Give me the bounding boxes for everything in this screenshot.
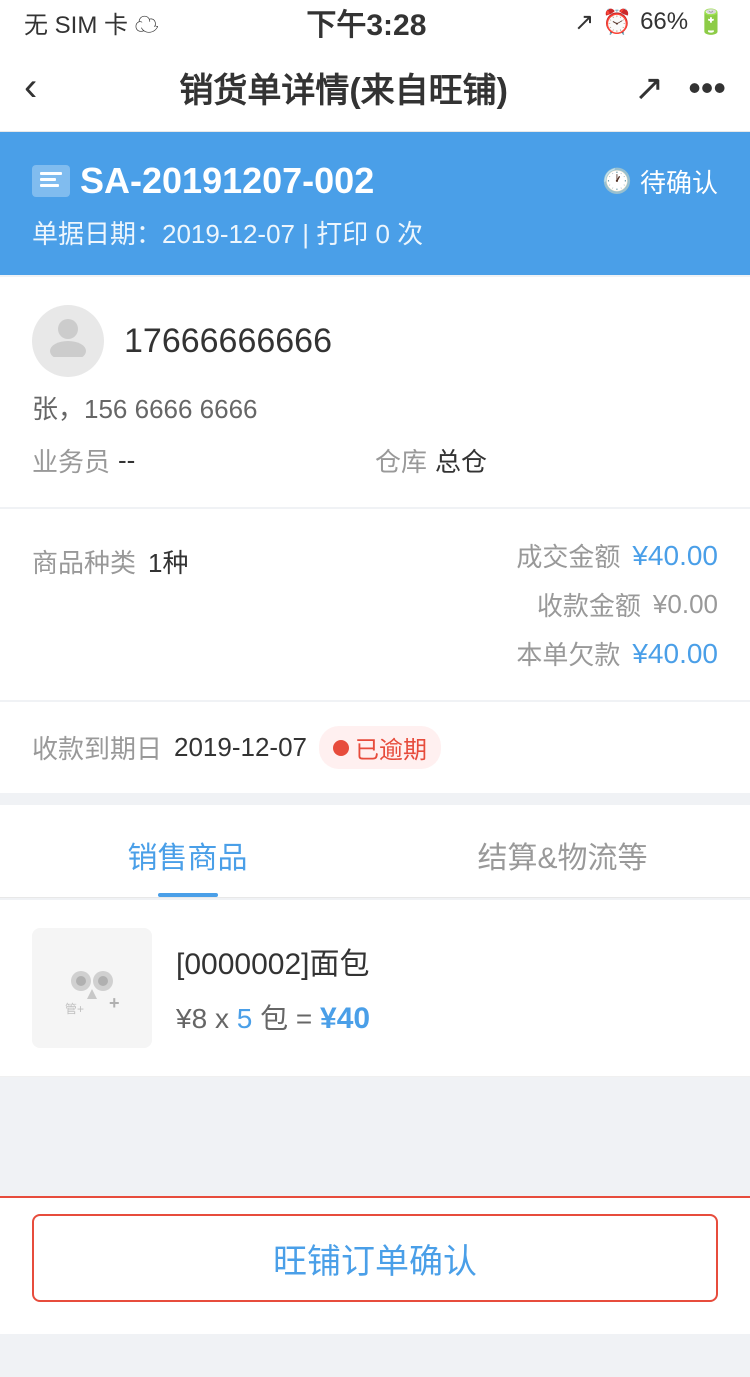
- product-price-row: ¥8 x 5 包 = ¥40: [176, 997, 718, 1037]
- customer-meta: 业务员 -- 仓库 总仓: [32, 442, 718, 479]
- battery-icon: 🔋: [696, 8, 726, 37]
- order-date-info: 单据日期：2019-12-07 | 打印 0 次: [32, 214, 718, 251]
- page-title: 销货单详情(来自旺铺): [53, 63, 634, 112]
- status-bar: 无 SIM 卡 ☁ 下午3:28 ↗ ⏰ 66% 🔋: [0, 0, 750, 44]
- product-thumbnail: + 管+: [32, 928, 152, 1048]
- customer-card: 17666666666 张，156 6666 6666 业务员 -- 仓库 总仓: [0, 277, 750, 507]
- order-number: SA-20191207-002: [32, 160, 374, 202]
- tabs-bar: 销售商品 结算&物流等: [0, 805, 750, 898]
- share-icon[interactable]: ↗︎: [634, 67, 664, 109]
- avatar: [32, 305, 104, 377]
- svg-text:管+: 管+: [65, 1001, 84, 1016]
- tab-settlement[interactable]: 结算&物流等: [375, 805, 750, 897]
- deal-amount-value: ¥40.00: [632, 540, 718, 572]
- sales-label: 业务员: [32, 442, 110, 479]
- sales-value: --: [118, 445, 135, 476]
- product-qty: 5: [237, 1003, 253, 1034]
- deal-amount-label: 成交金额: [516, 537, 620, 574]
- back-button[interactable]: ‹: [24, 65, 37, 110]
- balance-value: ¥40.00: [632, 638, 718, 670]
- customer-detail: 张，156 6666 6666: [32, 389, 718, 426]
- product-name: [0000002]面包: [176, 939, 718, 983]
- order-doc-icon: [32, 165, 70, 197]
- confirm-order-button[interactable]: 旺铺订单确认: [32, 1214, 718, 1302]
- product-price: ¥8: [176, 1003, 207, 1034]
- clock-icon: 🕐: [602, 167, 632, 196]
- nav-bar: ‹ 销货单详情(来自旺铺) ↗︎ •••: [0, 44, 750, 132]
- order-status-badge: 🕐 待确认: [602, 163, 718, 200]
- location-icon: ↗: [574, 8, 594, 37]
- overdue-badge: 已逾期: [319, 726, 441, 769]
- product-total: ¥40: [320, 1002, 370, 1035]
- warehouse-label: 仓库: [375, 442, 427, 479]
- category-info: 商品种类 1种: [32, 537, 516, 580]
- status-left: 无 SIM 卡 ☁: [24, 5, 159, 40]
- received-value: ¥0.00: [653, 589, 718, 620]
- status-time: 下午3:28: [306, 0, 426, 44]
- product-logo: + 管+: [57, 961, 127, 1016]
- due-date-value: 2019-12-07: [174, 732, 307, 763]
- due-date-card: 收款到期日 2019-12-07 已逾期: [0, 702, 750, 793]
- overdue-text: 已逾期: [355, 730, 427, 765]
- product-item: + 管+ [0000002]面包 ¥8 x 5 包 = ¥40: [0, 900, 750, 1077]
- person-icon: [47, 315, 89, 368]
- battery-text: 66%: [640, 8, 688, 36]
- svg-text:+: +: [109, 993, 120, 1013]
- product-list: + 管+ [0000002]面包 ¥8 x 5 包 = ¥40: [0, 900, 750, 1077]
- no-sim-text: 无 SIM 卡 ☁: [24, 5, 159, 40]
- nav-actions: ↗︎ •••: [634, 67, 726, 109]
- alarm-icon: ⏰: [602, 8, 632, 37]
- product-multiply: x: [215, 1003, 237, 1034]
- warehouse-value: 总仓: [435, 442, 487, 479]
- status-right: ↗ ⏰ 66% 🔋: [574, 8, 726, 37]
- product-equals: =: [296, 1003, 320, 1034]
- bottom-bar: 旺铺订单确认: [0, 1196, 750, 1334]
- balance-label: 本单欠款: [516, 635, 620, 672]
- product-info: [0000002]面包 ¥8 x 5 包 = ¥40: [176, 939, 718, 1037]
- order-header-card: SA-20191207-002 🕐 待确认 单据日期：2019-12-07 | …: [0, 132, 750, 275]
- overdue-dot-icon: [333, 740, 349, 756]
- summary-card: 商品种类 1种 成交金额 ¥40.00 收款金额 ¥0.00 本单欠款 ¥40.…: [0, 509, 750, 700]
- due-label: 收款到期日: [32, 729, 162, 766]
- customer-phone: 17666666666: [124, 322, 332, 361]
- amount-info: 成交金额 ¥40.00 收款金额 ¥0.00 本单欠款 ¥40.00: [516, 537, 718, 672]
- product-unit: 包: [260, 1003, 288, 1034]
- received-label: 收款金额: [537, 586, 641, 623]
- tab-products[interactable]: 销售商品: [0, 805, 375, 897]
- more-icon[interactable]: •••: [688, 67, 726, 109]
